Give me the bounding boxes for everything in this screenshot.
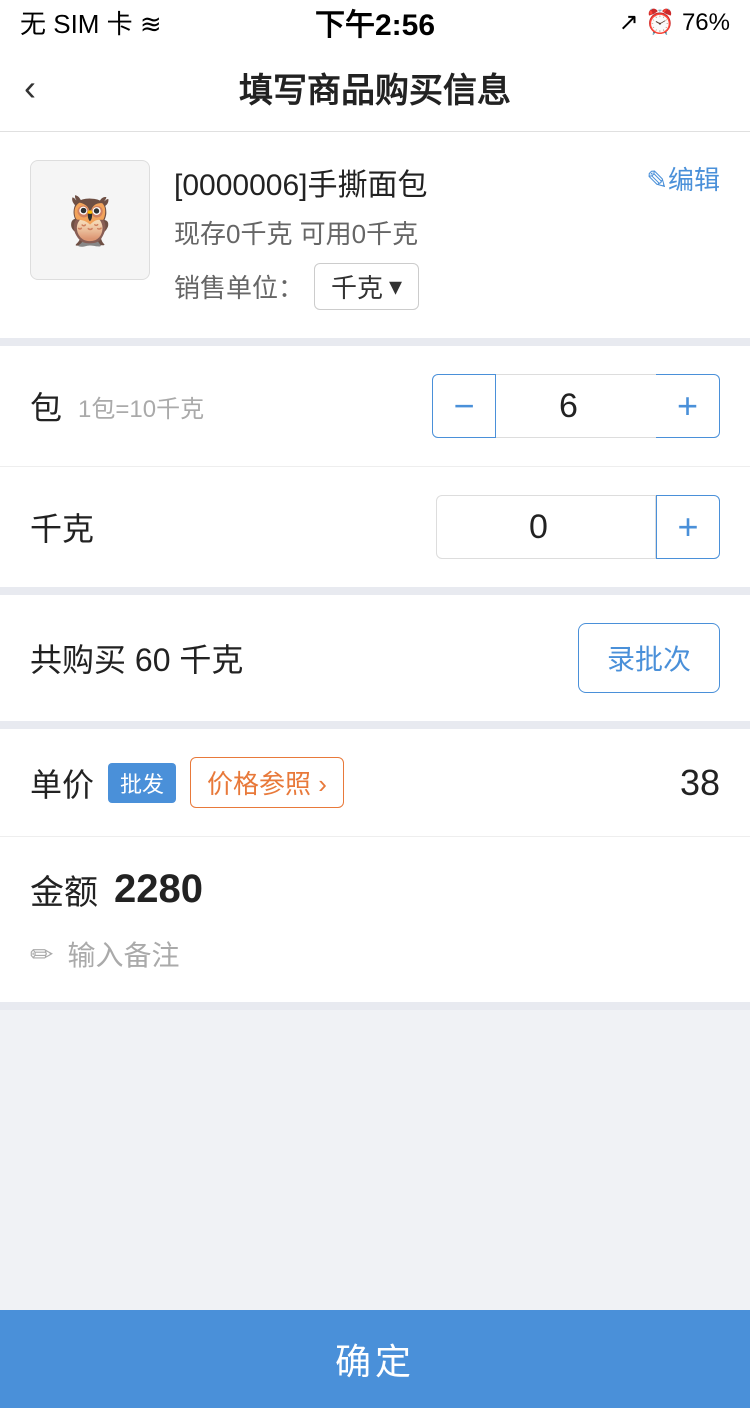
batch-button[interactable]: 录批次 xyxy=(578,623,720,693)
bao-quantity-input[interactable] xyxy=(496,374,656,438)
status-right: ↗ ⏰ 76% xyxy=(619,8,730,37)
status-icons: ↗ ⏰ 76% xyxy=(619,8,730,37)
unit-dropdown[interactable]: 千克 ▾ xyxy=(314,263,419,310)
pencil-icon: ✏ xyxy=(30,938,53,971)
amount-section: 金额 2280 ✏ 输入备注 xyxy=(0,837,750,1010)
summary-text: 共购买 60 千克 xyxy=(30,635,243,681)
nav-bar: ‹ 填写商品购买信息 xyxy=(0,44,750,132)
amount-value: 2280 xyxy=(114,867,203,912)
bao-minus-button[interactable]: − xyxy=(432,374,496,438)
bao-plus-button[interactable]: + xyxy=(656,374,720,438)
unit-label: 销售单位： xyxy=(174,268,304,305)
quantity-row-kg: 千克 + xyxy=(30,467,720,587)
bao-quantity-control: − + xyxy=(432,374,720,438)
kg-plus-button[interactable]: + xyxy=(656,495,720,559)
product-info: [0000006]手撕面包 ✎编辑 现存0千克 可用0千克 销售单位： 千克 ▾ xyxy=(174,160,720,310)
status-bar: 无 SIM 卡 ≋ 下午2:56 ↗ ⏰ 76% xyxy=(0,0,750,44)
edit-button[interactable]: ✎编辑 xyxy=(646,160,720,197)
unit-value: 千克 xyxy=(331,268,383,305)
bao-hint: 1包=10千克 xyxy=(78,389,204,424)
bao-label: 包 1包=10千克 xyxy=(30,383,204,429)
back-button[interactable]: ‹ xyxy=(24,67,36,109)
confirm-button[interactable]: 确定 xyxy=(0,1310,750,1408)
price-label: 单价 xyxy=(30,760,94,806)
status-left: 无 SIM 卡 ≋ xyxy=(20,4,162,41)
kg-quantity-control: + xyxy=(436,495,720,559)
amount-row: 金额 2280 xyxy=(30,865,720,914)
product-card: 🦉 [0000006]手撕面包 ✎编辑 现存0千克 可用0千克 销售单位： 千克… xyxy=(0,132,750,346)
product-name: [0000006]手撕面包 xyxy=(174,160,646,204)
price-ref-button[interactable]: 价格参照 › xyxy=(190,757,344,808)
summary-section: 共购买 60 千克 录批次 xyxy=(0,595,750,729)
remark-row[interactable]: ✏ 输入备注 xyxy=(30,934,720,974)
price-value: 38 xyxy=(680,762,720,804)
kg-label-text: 千克 xyxy=(30,504,94,550)
product-name-row: [0000006]手撕面包 ✎编辑 xyxy=(174,160,720,204)
bao-label-text: 包 xyxy=(30,383,62,429)
page-title: 填写商品购买信息 xyxy=(239,63,511,112)
empty-area xyxy=(0,1010,750,1310)
dropdown-arrow-icon: ▾ xyxy=(389,271,402,302)
product-image: 🦉 xyxy=(30,160,150,280)
price-section: 单价 批发 价格参照 › 38 xyxy=(0,729,750,837)
quantity-row-bao: 包 1包=10千克 − + xyxy=(30,346,720,466)
remark-placeholder: 输入备注 xyxy=(67,934,179,974)
sim-signal: 无 SIM 卡 ≋ xyxy=(20,4,162,41)
price-label-row: 单价 批发 价格参照 › xyxy=(30,757,344,808)
product-logo: 🦉 xyxy=(60,192,120,249)
batch-tag: 批发 xyxy=(108,763,176,803)
quantity-section-bao: 包 1包=10千克 − + xyxy=(0,346,750,467)
quantity-section-kg: 千克 + xyxy=(0,467,750,595)
product-unit-row: 销售单位： 千克 ▾ xyxy=(174,263,720,310)
status-time: 下午2:56 xyxy=(315,0,435,44)
kg-quantity-input[interactable] xyxy=(436,495,656,559)
product-stock: 现存0千克 可用0千克 xyxy=(174,214,720,251)
amount-label: 金额 xyxy=(30,865,98,914)
kg-label: 千克 xyxy=(30,504,94,550)
